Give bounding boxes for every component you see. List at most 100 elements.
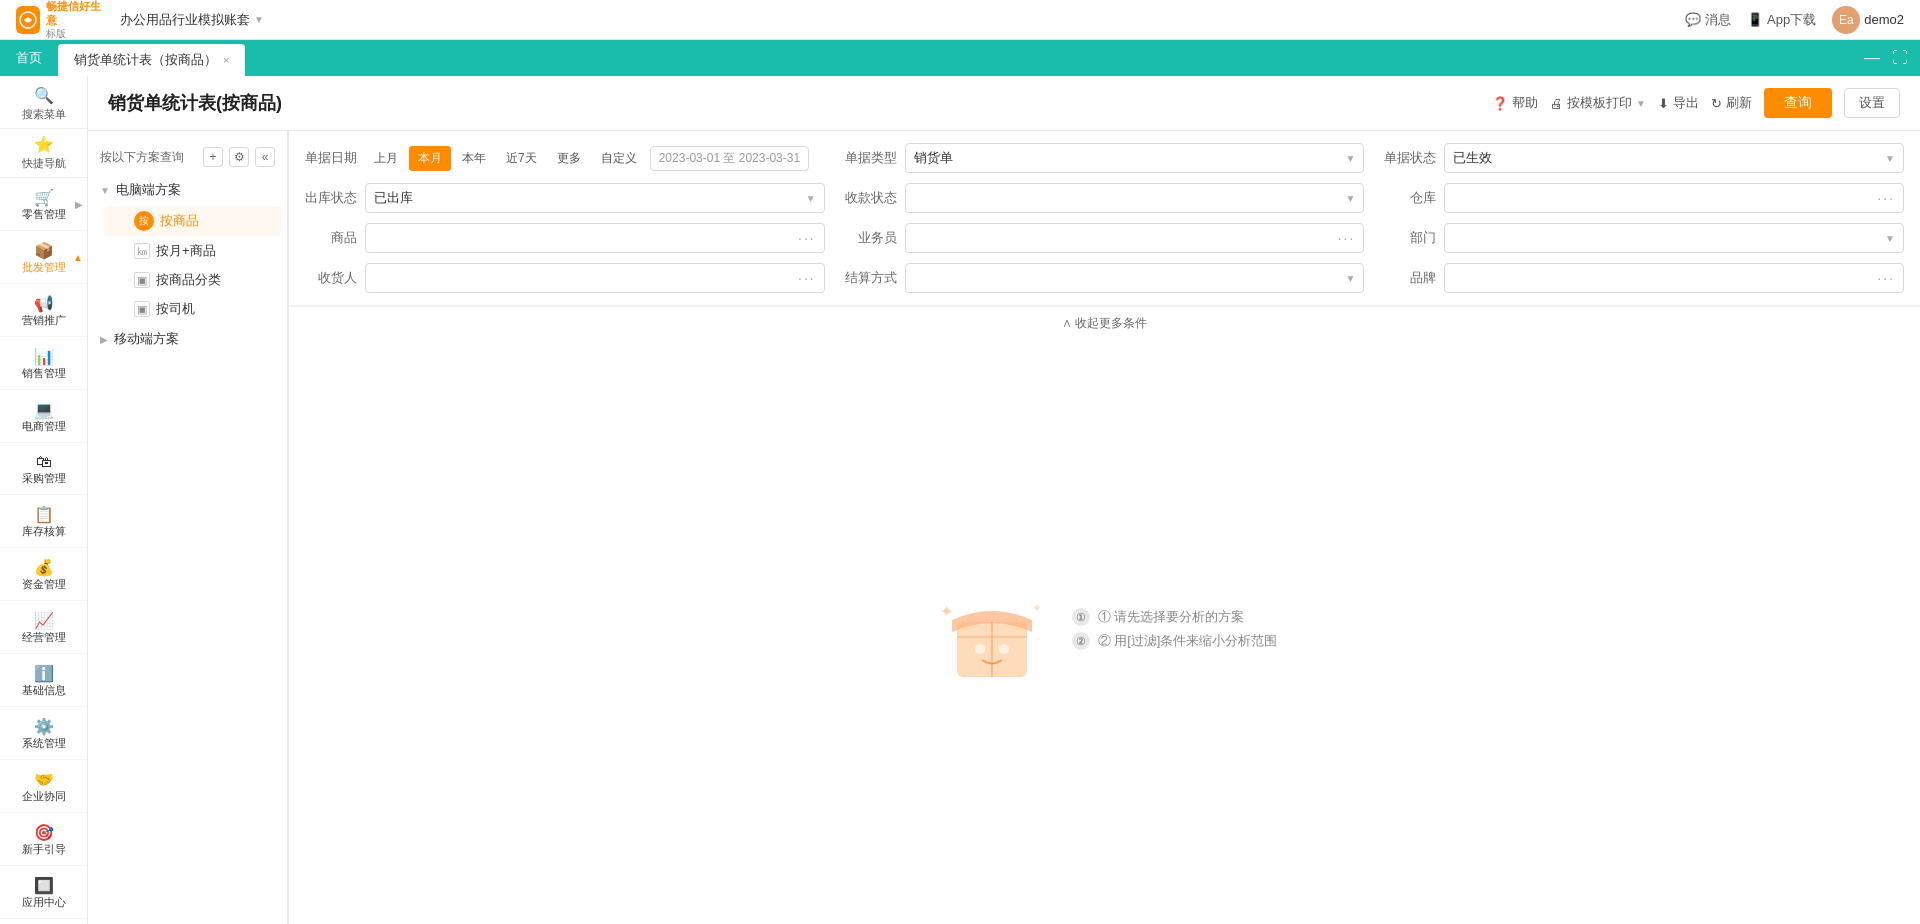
tab-home[interactable]: 首页 <box>0 40 58 76</box>
purchase-icon: 🛍 <box>4 453 83 471</box>
left-panel-header: 按以下方案查询 + ⚙ « <box>88 141 287 173</box>
export-icon: ⬇ <box>1658 96 1669 111</box>
export-button[interactable]: ⬇ 导出 <box>1658 94 1699 112</box>
brand-dots-icon: ··· <box>1877 270 1895 286</box>
tab-minimize-icon[interactable]: — <box>1860 45 1884 71</box>
header-middle: 办公用品行业模拟账套 ▼ <box>104 11 1685 29</box>
print-dropdown-icon: ▼ <box>1636 98 1646 109</box>
sidebar-item-sales[interactable]: 📊 销售管理 <box>0 337 87 390</box>
scheme-icon-3: ▣ <box>134 301 150 317</box>
doc-type-caret-icon: ▼ <box>1345 153 1355 164</box>
scheme-icon-1: ㎞ <box>134 243 150 259</box>
tab-maximize-icon[interactable]: ⛶ <box>1888 45 1912 71</box>
empty-illustration: ✦ ✦ · <box>932 582 1032 682</box>
retail-icon: 🛒 <box>4 188 83 207</box>
brand-control[interactable]: ··· <box>1444 263 1904 293</box>
salesperson-field: 业务员 ··· <box>845 223 1365 253</box>
ecommerce-icon: 💻 <box>4 400 83 419</box>
desktop-scheme-group[interactable]: ▼ 电脑端方案 <box>88 177 287 203</box>
sidebar-item-collab[interactable]: 🤝 企业协同 <box>0 760 87 813</box>
scheme-by-driver[interactable]: ▣ 按司机 <box>104 295 281 323</box>
goods-control[interactable]: ··· <box>365 223 825 253</box>
scheme-settings-button[interactable]: ⚙ <box>229 147 249 167</box>
mobile-scheme-group[interactable]: ▶ 移动端方案 <box>88 326 287 352</box>
app-download-button[interactable]: 📱 App下载 <box>1747 11 1816 29</box>
date-control[interactable]: 上月 本月 本年 近7天 更多 自定义 2023-03-01 至 2023-03… <box>365 146 825 171</box>
messages-button[interactable]: 💬 消息 <box>1685 11 1731 29</box>
tab-close-icon[interactable]: × <box>223 54 229 66</box>
scheme-by-goods[interactable]: 按 按商品 <box>104 206 281 236</box>
guide-icon: 🎯 <box>4 823 83 842</box>
desktop-scheme-children: 按 按商品 ㎞ 按月+商品 ▣ 按商品分类 ▣ <box>88 203 287 326</box>
scheme-by-category[interactable]: ▣ 按商品分类 <box>104 266 281 294</box>
date-tab-this-year[interactable]: 本年 <box>453 146 495 171</box>
filter-rows: 单据日期 上月 本月 本年 近7天 更多 自定义 20 <box>289 131 1920 306</box>
sidebar-item-basics[interactable]: ℹ️ 基础信息 <box>0 654 87 707</box>
retail-arrow-icon: ▶ <box>75 199 83 210</box>
payment-status-control[interactable]: ▼ <box>905 183 1365 213</box>
date-tab-7days[interactable]: 近7天 <box>497 146 546 171</box>
print-button[interactable]: 🖨 按模板打印 ▼ <box>1550 94 1646 112</box>
tab-active[interactable]: 销货单统计表（按商品） × <box>58 44 245 76</box>
date-tab-this-month[interactable]: 本月 <box>409 146 451 171</box>
svg-point-5 <box>999 644 1009 654</box>
sidebar-item-guide[interactable]: 🎯 新手引导 <box>0 813 87 866</box>
warehouse-field: 仓库 ··· <box>1384 183 1904 213</box>
sidebar-item-wecom[interactable]: 💬 企业微信 <box>0 919 87 924</box>
date-tab-custom[interactable]: 自定义 <box>592 146 646 171</box>
sidebar-search[interactable]: 🔍 搜索菜单 <box>0 76 87 129</box>
search-icon: 🔍 <box>8 86 79 105</box>
date-tab-more[interactable]: 更多 <box>548 146 590 171</box>
doc-type-control[interactable]: 销货单 ▼ <box>905 143 1365 173</box>
panel-layout: 按以下方案查询 + ⚙ « ▼ 电脑端方案 按 按商品 <box>88 131 1920 924</box>
salesperson-control[interactable]: ··· <box>905 223 1365 253</box>
page-header: 销货单统计表(按商品) ❓ 帮助 🖨 按模板打印 ▼ ⬇ 导出 ↻ 刷新 <box>88 76 1920 131</box>
settings-button[interactable]: 设置 <box>1844 88 1900 118</box>
scheme-tree: ▼ 电脑端方案 按 按商品 ㎞ 按月+商品 ▣ <box>88 173 287 356</box>
sidebar-item-finance[interactable]: 💰 资金管理 <box>0 548 87 601</box>
help-button[interactable]: ❓ 帮助 <box>1492 94 1538 112</box>
department-caret-icon: ▼ <box>1885 233 1895 244</box>
payment-status-field: 收款状态 ▼ <box>845 183 1365 213</box>
add-scheme-button[interactable]: + <box>203 147 223 167</box>
sidebar-item-quicknav[interactable]: ⭐ 快捷导航 <box>0 129 87 178</box>
tab-bar: 首页 销货单统计表（按商品） × — ⛶ <box>0 40 1920 76</box>
content-area: 销货单统计表(按商品) ❓ 帮助 🖨 按模板打印 ▼ ⬇ 导出 ↻ 刷新 <box>88 76 1920 924</box>
sidebar-item-system[interactable]: ⚙️ 系统管理 <box>0 707 87 760</box>
marketing-icon: 📢 <box>4 294 83 313</box>
date-tab-last-month[interactable]: 上月 <box>365 146 407 171</box>
sidebar-item-operations[interactable]: 📈 经营管理 <box>0 601 87 654</box>
receiver-dots-icon: ··· <box>798 270 816 286</box>
sidebar-item-apps[interactable]: 🔲 应用中心 <box>0 866 87 919</box>
print-icon: 🖨 <box>1550 96 1563 111</box>
settlement-control[interactable]: ▼ <box>905 263 1365 293</box>
sidebar-item-ecommerce[interactable]: 💻 电商管理 <box>0 390 87 443</box>
date-tabs: 上月 本月 本年 近7天 更多 自定义 <box>365 146 646 171</box>
sidebar-item-retail[interactable]: 🛒 零售管理 ▶ <box>0 178 87 231</box>
filter-row-2: 出库状态 已出库 ▼ 收款状态 ▼ <box>305 183 1904 213</box>
sidebar-item-marketing[interactable]: 📢 营销推广 <box>0 284 87 337</box>
refresh-button[interactable]: ↻ 刷新 <box>1711 94 1752 112</box>
collapse-filter-button[interactable]: ∧ 收起更多条件 <box>289 306 1920 340</box>
department-control[interactable]: ▼ <box>1444 223 1904 253</box>
stock-status-field: 出库状态 已出库 ▼ <box>305 183 825 213</box>
workspace-dropdown[interactable]: 办公用品行业模拟账套 ▼ <box>120 11 264 29</box>
collapse-panel-button[interactable]: « <box>255 147 275 167</box>
empty-hint-2: ② ② 用[过滤]条件来缩小分析范围 <box>1072 632 1278 650</box>
sidebar-item-purchase[interactable]: 🛍 采购管理 <box>0 443 87 495</box>
receiver-control[interactable]: ··· <box>365 263 825 293</box>
sidebar: 🔍 搜索菜单 ⭐ 快捷导航 🛒 零售管理 ▶ 📦 批发管理 ▲ 📢 营销推广 📊… <box>0 76 88 924</box>
svg-text:✦: ✦ <box>1032 601 1042 615</box>
date-range-display[interactable]: 2023-03-01 至 2023-03-31 <box>650 146 809 171</box>
query-button[interactable]: 查询 <box>1764 88 1832 118</box>
scheme-by-month-goods[interactable]: ㎞ 按月+商品 <box>104 237 281 265</box>
doc-status-control[interactable]: 已生效 ▼ <box>1444 143 1904 173</box>
apps-icon: 🔲 <box>4 876 83 895</box>
sidebar-item-wholesale[interactable]: 📦 批发管理 ▲ <box>0 231 87 284</box>
warehouse-control[interactable]: ··· <box>1444 183 1904 213</box>
stock-status-control[interactable]: 已出库 ▼ <box>365 183 825 213</box>
date-field: 单据日期 上月 本月 本年 近7天 更多 自定义 20 <box>305 146 825 171</box>
sidebar-item-inventory[interactable]: 📋 库存核算 <box>0 495 87 548</box>
user-profile[interactable]: Ea demo2 <box>1832 6 1904 34</box>
quicknav-icon: ⭐ <box>0 135 87 154</box>
